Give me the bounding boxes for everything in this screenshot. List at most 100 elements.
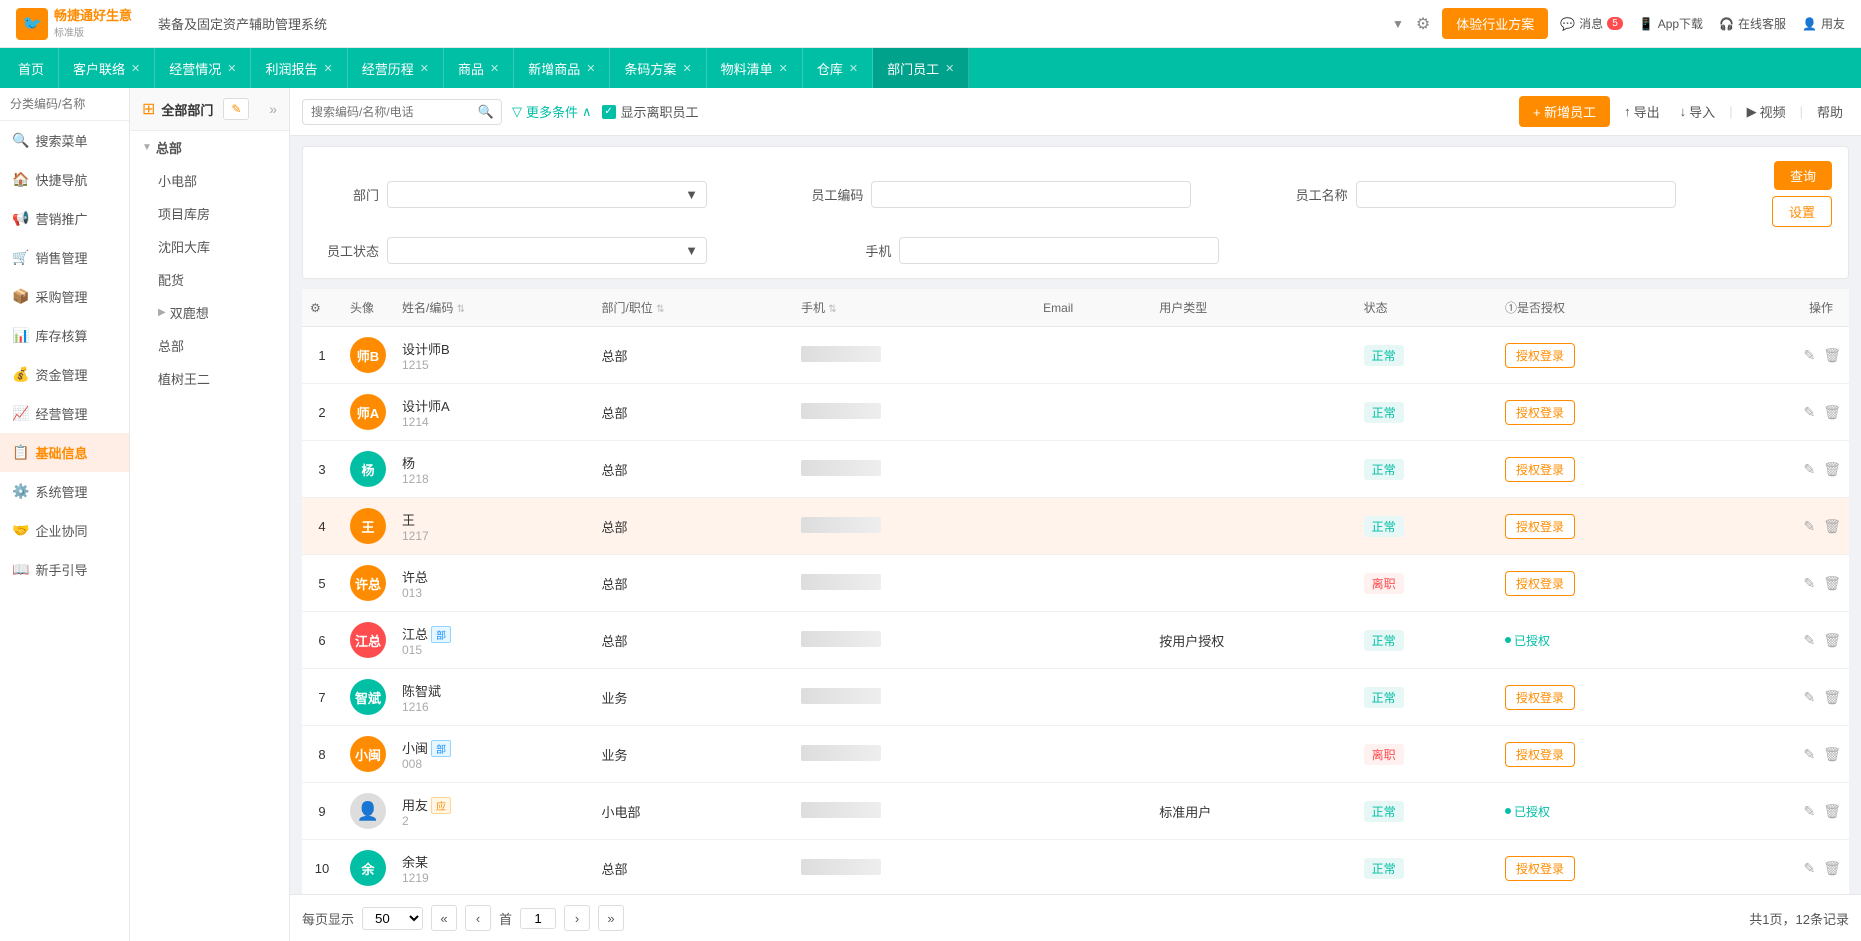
edit-icon[interactable]: ✎ [1803,575,1815,592]
delete-icon[interactable]: 🗑 [1823,461,1841,478]
tab-profit[interactable]: 利润报告✕ [251,48,347,88]
tab-barcode[interactable]: 条码方案✕ [610,48,706,88]
close-icon[interactable]: ✕ [849,62,858,75]
tab-history[interactable]: 经营历程✕ [348,48,444,88]
dept-node-shuanglu[interactable]: ▶ 双鹿想 [130,296,289,329]
close-icon[interactable]: ✕ [586,62,595,75]
sidebar-item-corp[interactable]: 🤝企业协同 [0,511,129,550]
next-page-btn[interactable]: › [564,905,590,931]
sidebar-item-stock[interactable]: 📊库存核算 [0,316,129,355]
add-employee-button[interactable]: + 新增员工 [1519,96,1610,127]
auth-login-button[interactable]: 授权登录 [1505,514,1575,539]
sidebar-item-operation[interactable]: 📈经营管理 [0,394,129,433]
tab-operation[interactable]: 经营情况✕ [155,48,251,88]
tab-warehouse[interactable]: 仓库✕ [803,48,873,88]
trial-button[interactable]: 体验行业方案 [1442,8,1548,39]
app-download-btn[interactable]: 📱 App下载 [1639,15,1703,32]
tab-customer[interactable]: 客户联络✕ [59,48,155,88]
close-icon[interactable]: ✕ [131,62,140,75]
delete-icon[interactable]: 🗑 [1823,632,1841,649]
view-btn[interactable]: ▶ 视频 [1741,102,1792,121]
sidebar-item-shortcut[interactable]: 🏠快捷导航 [0,160,129,199]
close-icon[interactable]: ✕ [490,62,499,75]
sidebar-item-sales[interactable]: 🛒销售管理 [0,238,129,277]
edit-icon[interactable]: ✎ [1803,461,1815,478]
close-icon[interactable]: ✕ [227,62,236,75]
auth-login-button[interactable]: 授权登录 [1505,571,1575,596]
gear-icon[interactable]: ⚙ [1416,14,1430,34]
edit-icon[interactable]: ✎ [1803,689,1815,706]
dept-node-shenyang[interactable]: 沈阳大库 [130,230,289,263]
auth-login-button[interactable]: 授权登录 [1505,400,1575,425]
sidebar-item-basic[interactable]: 📋基础信息 [0,433,129,472]
auth-login-button[interactable]: 授权登录 [1505,856,1575,881]
search-input[interactable] [302,99,502,125]
filter-phone-input[interactable] [899,237,1219,264]
sidebar-item-search[interactable]: 🔍搜索菜单 [0,121,129,160]
dept-edit-icon[interactable]: ✎ [223,98,249,120]
tab-add-goods[interactable]: 新增商品✕ [514,48,610,88]
edit-icon[interactable]: ✎ [1803,347,1815,364]
delete-icon[interactable]: 🗑 [1823,575,1841,592]
user-btn[interactable]: 👤 用友 [1802,15,1845,32]
sort-icon[interactable]: ⇅ [457,304,465,315]
delete-icon[interactable]: 🗑 [1823,347,1841,364]
set-button[interactable]: 设置 [1772,196,1832,227]
close-icon[interactable]: ✕ [945,62,954,75]
prev-page-btn[interactable]: ‹ [465,905,491,931]
sidebar-item-marketing[interactable]: 📢营销推广 [0,199,129,238]
filter-emp-code-input[interactable] [871,181,1191,208]
auth-login-button[interactable]: 授权登录 [1505,457,1575,482]
message-btn[interactable]: 💬 消息 5 [1560,15,1623,32]
last-page-btn[interactable]: » [598,905,624,931]
sidebar-item-finance[interactable]: 💰资金管理 [0,355,129,394]
edit-icon[interactable]: ✎ [1803,518,1815,535]
online-service-btn[interactable]: 🎧 在线客服 [1719,15,1786,32]
sidebar-search-input[interactable] [10,97,130,111]
tab-goods[interactable]: 商品✕ [444,48,514,88]
query-button[interactable]: 查询 [1774,161,1832,190]
sidebar-item-system[interactable]: ⚙️系统管理 [0,472,129,511]
delete-icon[interactable]: 🗑 [1823,860,1841,877]
edit-icon[interactable]: ✎ [1803,404,1815,421]
dept-node-root[interactable]: ▼ 总部 [130,131,289,164]
sidebar-item-purchase[interactable]: 📦采购管理 [0,277,129,316]
tab-dept-staff[interactable]: 部门员工✕ [873,48,969,88]
sort-icon[interactable]: ⇅ [828,304,836,315]
edit-icon[interactable]: ✎ [1803,746,1815,763]
auth-login-button[interactable]: 授权登录 [1505,742,1575,767]
sidebar-item-guide[interactable]: 📖新手引导 [0,550,129,589]
dept-node-small-elec[interactable]: 小电部 [130,164,289,197]
filter-dept-select[interactable]: ▼ [387,181,707,208]
filter-emp-status-select[interactable]: ▼ [387,237,707,264]
delete-icon[interactable]: 🗑 [1823,803,1841,820]
page-number-input[interactable] [520,908,556,929]
auth-login-button[interactable]: 授权登录 [1505,685,1575,710]
dept-collapse-btn[interactable]: » [269,101,277,117]
edit-icon[interactable]: ✎ [1803,860,1815,877]
close-icon[interactable]: ✕ [420,62,429,75]
dept-node-peizhuo[interactable]: 配货 [130,263,289,296]
sort-icon[interactable]: ⇅ [656,304,664,315]
show-resigned-toggle[interactable]: ✓ 显示离职员工 [602,102,699,121]
import-btn[interactable]: ↓ 导入 [1674,102,1722,121]
delete-icon[interactable]: 🗑 [1823,518,1841,535]
close-icon[interactable]: ✕ [682,62,691,75]
auth-login-button[interactable]: 授权登录 [1505,343,1575,368]
system-dropdown-arrow[interactable]: ▼ [1392,17,1404,31]
dept-node-zongbu[interactable]: 总部 [130,329,289,362]
delete-icon[interactable]: 🗑 [1823,746,1841,763]
page-size-select[interactable]: 50 100 [362,907,423,930]
tab-home[interactable]: 首页 [8,48,59,88]
delete-icon[interactable]: 🗑 [1823,404,1841,421]
delete-icon[interactable]: 🗑 [1823,689,1841,706]
edit-icon[interactable]: ✎ [1803,632,1815,649]
dept-node-zhishu[interactable]: 植树王二 [130,362,289,395]
filter-more-btn[interactable]: ▽ 更多条件 ∧ [512,102,592,121]
help-btn[interactable]: 帮助 [1811,102,1849,121]
edit-icon[interactable]: ✎ [1803,803,1815,820]
close-icon[interactable]: ✕ [324,62,333,75]
settings-icon[interactable]: ⚙ [310,301,321,315]
tab-bom[interactable]: 物料清单✕ [707,48,803,88]
first-page-btn[interactable]: « [431,905,457,931]
